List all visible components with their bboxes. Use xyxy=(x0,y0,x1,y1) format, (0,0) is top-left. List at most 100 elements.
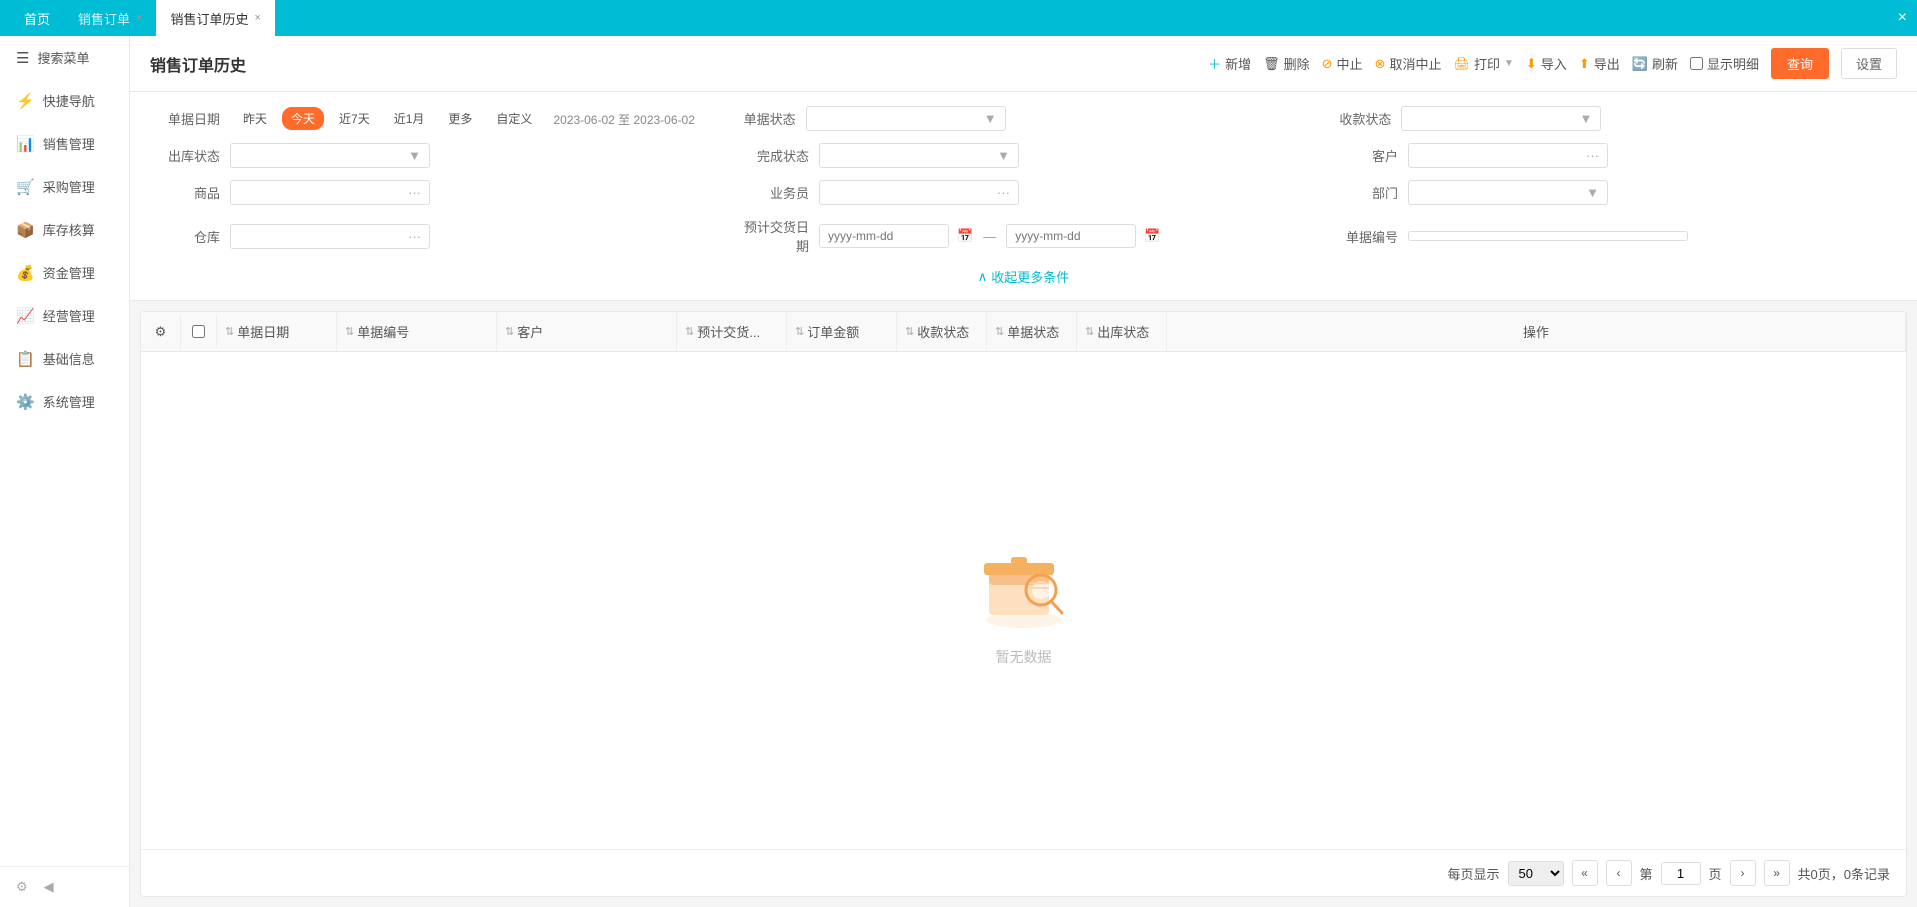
settings-icon[interactable]: ⚙ xyxy=(16,879,28,895)
th-pay-status[interactable]: ⇅ 收款状态 xyxy=(897,312,987,351)
sidebar-item-purchase-mgmt[interactable]: 🛒 采购管理 xyxy=(0,165,129,208)
page-size-select[interactable]: 50 10 20 100 xyxy=(1508,861,1564,886)
delivery-date-control: 📅 — 📅 xyxy=(819,224,1308,248)
sidebar: ☰ 搜索菜单 ⚡ 快捷导航 📊 销售管理 🛒 采购管理 📦 库存核算 💰 资金管… xyxy=(0,36,130,907)
th-warehouse-status[interactable]: ⇅ 出库状态 xyxy=(1077,312,1167,351)
last1m-btn[interactable]: 近1月 xyxy=(385,107,434,130)
print-button[interactable]: 🖨 打印 ▼ xyxy=(1453,54,1513,73)
more-btn[interactable]: 更多 xyxy=(439,107,481,130)
th-check[interactable] xyxy=(181,315,217,348)
th-action-label: 操作 xyxy=(1523,322,1549,341)
sidebar-item-operation-mgmt[interactable]: 📈 经营管理 xyxy=(0,294,129,337)
th-amount[interactable]: ⇅ 订单金额 xyxy=(787,312,897,351)
delete-button[interactable]: 🗑 删除 xyxy=(1263,54,1310,73)
sidebar-item-inventory[interactable]: 📦 库存核算 xyxy=(0,208,129,251)
goods-more-icon[interactable]: ··· xyxy=(408,185,421,200)
sidebar-item-quick-nav[interactable]: ⚡ 快捷导航 xyxy=(0,79,129,122)
salesperson-control: ··· xyxy=(819,180,1308,205)
page-word: 第 xyxy=(1640,864,1653,883)
goods-input[interactable]: ··· xyxy=(230,180,430,205)
tab-sales-order-history[interactable]: 销售订单历史 × xyxy=(156,0,274,36)
print-arrow-icon: ▼ xyxy=(1504,58,1514,69)
dept-select[interactable]: ▼ xyxy=(1408,180,1608,205)
prev-page-button[interactable]: ‹ xyxy=(1606,860,1632,886)
customer-input[interactable]: ··· xyxy=(1408,143,1608,168)
sidebar-label-operation-mgmt: 经营管理 xyxy=(43,306,95,325)
tab-home[interactable]: 首页 xyxy=(10,0,64,36)
th-date-label: 单据日期 xyxy=(237,322,289,341)
salesperson-label: 业务员 xyxy=(739,183,819,202)
new-button[interactable]: ＋ 新增 xyxy=(1208,54,1251,73)
calendar-end-icon[interactable]: 📅 xyxy=(1144,228,1160,244)
page-title: 销售订单历史 xyxy=(150,52,1208,76)
th-no[interactable]: ⇅ 单据编号 xyxy=(337,312,497,351)
order-status-select[interactable]: ▼ xyxy=(806,106,1006,131)
display-detail-toggle[interactable]: 显示明细 xyxy=(1690,54,1759,73)
customer-more-icon[interactable]: ··· xyxy=(1586,148,1599,163)
new-label: 新增 xyxy=(1225,54,1251,73)
empty-state: 暂无数据 xyxy=(969,535,1079,667)
warehouse-status-select[interactable]: ▼ xyxy=(230,143,430,168)
filter-section: 单据日期 昨天 今天 近7天 近1月 更多 自定义 2023-06-02 至 2… xyxy=(130,92,1917,301)
close-sales-order-tab[interactable]: × xyxy=(136,12,142,24)
th-action: 操作 xyxy=(1167,312,1906,351)
complete-status-select[interactable]: ▼ xyxy=(819,143,1019,168)
display-detail-checkbox[interactable] xyxy=(1690,57,1703,70)
export-button[interactable]: ⬆ 导出 xyxy=(1579,54,1620,73)
th-customer[interactable]: ⇅ 客户 xyxy=(497,312,677,351)
sidebar-item-search-menu[interactable]: ☰ 搜索菜单 xyxy=(0,36,129,79)
warehouse-input[interactable]: ··· xyxy=(230,224,430,249)
complete-status-label: 完成状态 xyxy=(739,146,819,165)
warehouse-more-icon[interactable]: ··· xyxy=(408,229,421,244)
basic-info-icon: 📋 xyxy=(16,350,35,368)
query-button[interactable]: 查询 xyxy=(1771,48,1829,79)
sidebar-item-sales-mgmt[interactable]: 📊 销售管理 xyxy=(0,122,129,165)
capital-mgmt-icon: 💰 xyxy=(16,264,35,282)
delivery-date-start[interactable] xyxy=(819,224,949,248)
window-close-icon[interactable]: × xyxy=(1898,9,1907,27)
sidebar-item-capital-mgmt[interactable]: 💰 资金管理 xyxy=(0,251,129,294)
sidebar-item-system-mgmt[interactable]: ⚙️ 系统管理 xyxy=(0,380,129,423)
salesperson-more-icon[interactable]: ··· xyxy=(997,185,1010,200)
pagination: 每页显示 50 10 20 100 « ‹ 第 页 › xyxy=(141,849,1906,896)
next-page-button[interactable]: › xyxy=(1730,860,1756,886)
th-order-status[interactable]: ⇅ 单据状态 xyxy=(987,312,1077,351)
stop-button[interactable]: ⊘ 中止 xyxy=(1322,54,1363,73)
collapse-filter-link[interactable]: ∧ 收起更多条件 xyxy=(150,267,1897,286)
content-area: 销售订单历史 ＋ 新增 🗑 删除 ⊘ 中止 ⊗ 取消中止 xyxy=(130,36,1917,907)
delivery-date-end[interactable] xyxy=(1006,224,1136,248)
sort-pay-icon: ⇅ xyxy=(905,325,914,338)
collapse-sidebar-icon[interactable]: ◀ xyxy=(44,879,54,895)
operation-mgmt-icon: 📈 xyxy=(16,307,35,325)
th-delivery[interactable]: ⇅ 预计交货... xyxy=(677,312,787,351)
import-button[interactable]: ⬇ 导入 xyxy=(1526,54,1567,73)
th-order-status-label: 单据状态 xyxy=(1007,322,1059,341)
last-page-button[interactable]: » xyxy=(1764,860,1790,886)
pay-status-select[interactable]: ▼ xyxy=(1401,106,1601,131)
order-no-input[interactable] xyxy=(1408,231,1688,241)
last7-btn[interactable]: 近7天 xyxy=(330,107,379,130)
customer-label: 客户 xyxy=(1328,146,1408,165)
select-all-checkbox[interactable] xyxy=(192,325,205,338)
custom-btn[interactable]: 自定义 xyxy=(487,107,541,130)
cancel-stop-button[interactable]: ⊗ 取消中止 xyxy=(1375,54,1442,73)
salesperson-input[interactable]: ··· xyxy=(819,180,1019,205)
refresh-button[interactable]: 🔄 刷新 xyxy=(1632,54,1678,73)
export-icon: ⬆ xyxy=(1579,56,1590,72)
page-number-input[interactable] xyxy=(1661,862,1701,885)
yesterday-btn[interactable]: 昨天 xyxy=(234,107,276,130)
cancel-stop-label: 取消中止 xyxy=(1389,54,1441,73)
purchase-mgmt-icon: 🛒 xyxy=(16,178,35,196)
search-menu-icon: ☰ xyxy=(16,49,29,67)
dept-arrow-icon: ▼ xyxy=(1586,185,1599,200)
today-btn[interactable]: 今天 xyxy=(282,107,324,130)
first-page-button[interactable]: « xyxy=(1572,860,1598,886)
sidebar-item-basic-info[interactable]: 📋 基础信息 xyxy=(0,337,129,380)
empty-illustration xyxy=(969,535,1079,635)
setting-button[interactable]: 设置 xyxy=(1841,48,1897,79)
th-gear[interactable]: ⚙ xyxy=(141,314,181,350)
close-history-tab[interactable]: × xyxy=(254,12,260,24)
calendar-start-icon[interactable]: 📅 xyxy=(957,228,973,244)
tab-sales-order[interactable]: 销售订单 × xyxy=(64,0,156,36)
th-date[interactable]: ⇅ 单据日期 xyxy=(217,312,337,351)
